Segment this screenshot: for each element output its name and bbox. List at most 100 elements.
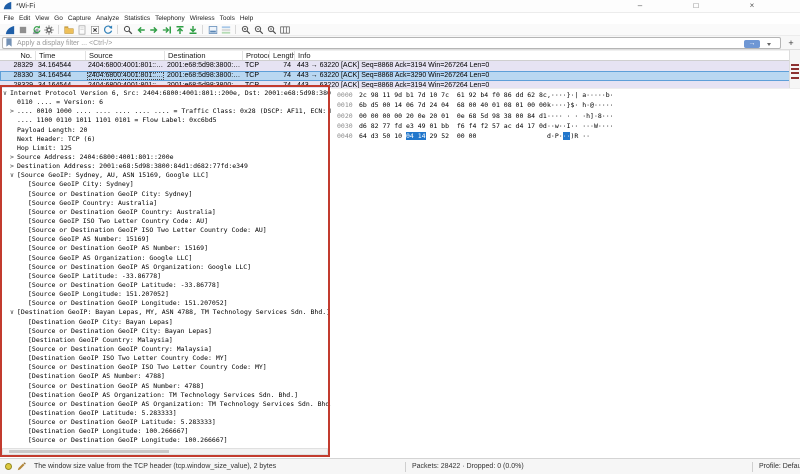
hex-bytes[interactable]: 64 d3 50 10 04 14 29 52 00 00	[359, 131, 476, 141]
detail-line[interactable]: .... 1100 0110 1011 1101 0101 = Flow Lab…	[0, 116, 331, 125]
hex-row[interactable]: 00106b d5 00 14 06 7d 24 04 68 00 40 01 …	[331, 100, 800, 110]
detail-line[interactable]: [Source GeoIP Country: Australia]	[0, 199, 331, 208]
zoom-out-icon[interactable]	[252, 24, 265, 35]
minimize-button[interactable]: –	[631, 0, 649, 12]
zoom-100-icon[interactable]	[265, 24, 278, 35]
detail-line[interactable]: [Source or Destination GeoIP Latitude: -…	[0, 281, 331, 290]
menu-item-edit[interactable]: Edit	[16, 15, 32, 22]
detail-line[interactable]: ∨[Source GeoIP: Sydney, AU, ASN 15169, G…	[0, 171, 331, 180]
menu-item-view[interactable]: View	[33, 15, 52, 22]
detail-line[interactable]: ∨[Destination GeoIP: Bayan Lepas, MY, AS…	[0, 308, 331, 317]
hex-ascii[interactable]: ···· · · ·h]·8···	[547, 111, 614, 121]
detail-line[interactable]: >.... 0010 1000 .... .... .... .... ....…	[0, 107, 331, 116]
first-packet-icon[interactable]	[173, 24, 186, 35]
hex-ascii[interactable]: k····}$· h·@·····	[547, 100, 614, 110]
detail-line[interactable]: [Destination GeoIP AS Number: 4788]	[0, 372, 331, 381]
details-horizontal-scrollbar[interactable]	[2, 448, 328, 455]
colorize-icon[interactable]	[219, 24, 232, 35]
column-header-protocol[interactable]: Protocol	[243, 51, 270, 60]
save-file-icon[interactable]	[75, 24, 88, 35]
menu-item-analyze[interactable]: Analyze	[93, 15, 121, 22]
restart-capture-icon[interactable]	[29, 24, 42, 35]
hex-ascii[interactable]: ··w··I·· ···W····	[547, 121, 614, 131]
expander-open-icon[interactable]: ∨	[10, 171, 14, 180]
expander-open-icon[interactable]: ∨	[3, 89, 7, 98]
column-header-no[interactable]: No.	[0, 51, 36, 60]
menu-item-wireless[interactable]: Wireless	[187, 15, 217, 22]
detail-line[interactable]: [Source GeoIP Longitude: 151.207052]	[0, 290, 331, 299]
zoom-in-icon[interactable]	[239, 24, 252, 35]
hex-row[interactable]: 00002c 98 11 9d b1 7d 10 7c 61 92 b4 f0 …	[331, 90, 800, 100]
capture-options-icon[interactable]	[42, 24, 55, 35]
menu-item-go[interactable]: Go	[52, 15, 66, 22]
detail-line[interactable]: [Source or Destination GeoIP ISO Two Let…	[0, 363, 331, 372]
detail-line[interactable]: [Source or Destination GeoIP AS Organiza…	[0, 400, 331, 409]
detail-line[interactable]: [Source or Destination GeoIP City: Sydne…	[0, 190, 331, 199]
menu-item-tools[interactable]: Tools	[217, 15, 237, 22]
detail-line[interactable]: [Source or Destination GeoIP Latitude: 5…	[0, 418, 331, 427]
detail-line[interactable]: [Destination GeoIP Country: Malaysia]	[0, 336, 331, 345]
hex-row[interactable]: 0030d6 82 77 fd e3 49 01 bb f6 f4 f2 57 …	[331, 121, 800, 131]
capture-comment-icon[interactable]	[17, 462, 26, 473]
expander-closed-icon[interactable]: >	[10, 107, 14, 116]
packet-row[interactable]: 2833034.1645442404:6800:4001:801::200e20…	[0, 71, 800, 81]
detail-line[interactable]: 0110 .... = Version: 6	[0, 98, 331, 107]
detail-line[interactable]: Payload Length: 20	[0, 126, 331, 135]
maximize-button[interactable]: □	[687, 0, 705, 12]
profile-text[interactable]: Profile: Default	[759, 463, 800, 470]
column-header-destination[interactable]: Destination	[165, 51, 243, 60]
reload-icon[interactable]	[101, 24, 114, 35]
open-file-icon[interactable]	[62, 24, 75, 35]
stop-capture-icon[interactable]	[16, 24, 29, 35]
detail-line[interactable]: [Source or Destination GeoIP AS Organiza…	[0, 263, 331, 272]
go-to-packet-icon[interactable]	[160, 24, 173, 35]
detail-line[interactable]: [Source or Destination GeoIP AS Number: …	[0, 382, 331, 391]
hex-ascii[interactable]: d·P···)R ··	[547, 131, 590, 141]
menu-item-telephony[interactable]: Telephony	[153, 15, 188, 22]
previous-packet-icon[interactable]	[134, 24, 147, 35]
hex-ascii[interactable]: ,····}·| a·····b·	[547, 90, 614, 100]
detail-line[interactable]: [Source or Destination GeoIP Longitude: …	[0, 436, 331, 445]
menu-item-statistics[interactable]: Statistics	[122, 15, 153, 22]
expander-closed-icon[interactable]: >	[10, 162, 14, 171]
expert-info-icon[interactable]	[5, 463, 12, 470]
close-file-icon[interactable]	[88, 24, 101, 35]
hex-bytes[interactable]: d6 82 77 fd e3 49 01 bb f6 f4 f2 57 ac d…	[359, 121, 547, 131]
detail-line[interactable]: [Source or Destination GeoIP AS Number: …	[0, 244, 331, 253]
menu-item-file[interactable]: File	[1, 15, 16, 22]
detail-line[interactable]: >Source Address: 2404:6800:4001:801::200…	[0, 153, 331, 162]
expander-open-icon[interactable]: ∨	[10, 308, 14, 317]
hex-bytes[interactable]: 6b d5 00 14 06 7d 24 04 68 00 40 01 08 0…	[359, 100, 547, 110]
column-header-info[interactable]: Info	[295, 51, 800, 60]
detail-line[interactable]: [Source GeoIP ISO Two Letter Country Cod…	[0, 217, 331, 226]
next-packet-icon[interactable]	[147, 24, 160, 35]
column-header-length[interactable]: Length	[270, 51, 295, 60]
filter-dropdown-icon[interactable]	[767, 43, 771, 46]
detail-line[interactable]: [Destination GeoIP Latitude: 5.283333]	[0, 409, 331, 418]
menu-item-help[interactable]: Help	[237, 15, 255, 22]
detail-line[interactable]: ∨Internet Protocol Version 6, Src: 2404:…	[0, 89, 331, 98]
hex-bytes[interactable]: 00 00 00 00 20 0e 20 01 0e 68 5d 98 38 0…	[359, 111, 547, 121]
detail-line[interactable]: [Source or Destination GeoIP Longitude: …	[0, 299, 331, 308]
menu-item-capture[interactable]: Capture	[65, 15, 93, 22]
detail-line[interactable]: [Destination GeoIP ISO Two Letter Countr…	[0, 354, 331, 363]
detail-line[interactable]: [Destination GeoIP AS Organization: TM T…	[0, 391, 331, 400]
packet-list-scrollbar[interactable]	[789, 50, 800, 88]
packet-row-clipped[interactable]: 2832934.1645442404:6800:4001:801::200e20…	[0, 81, 800, 88]
last-packet-icon[interactable]	[186, 24, 199, 35]
detail-line[interactable]: Next Header: TCP (6)	[0, 135, 331, 144]
detail-line[interactable]: [Source or Destination GeoIP Country: Ma…	[0, 345, 331, 354]
column-header-time[interactable]: Time	[36, 51, 86, 60]
detail-line[interactable]: Hop Limit: 125	[0, 144, 331, 153]
detail-line[interactable]: [Destination GeoIP Longitude: 100.266667…	[0, 427, 331, 436]
detail-line[interactable]: >Destination Address: 2001:e68:5d98:3800…	[0, 162, 331, 171]
scrollbar-thumb[interactable]	[9, 450, 169, 453]
auto-scroll-icon[interactable]	[206, 24, 219, 35]
packet-row[interactable]: 2832934.1645442404:6800:4001:801::200e20…	[0, 61, 800, 71]
detail-line[interactable]: [Source GeoIP AS Organization: Google LL…	[0, 254, 331, 263]
detail-line[interactable]: [Source or Destination GeoIP City: Bayan…	[0, 327, 331, 336]
find-packet-icon[interactable]	[121, 24, 134, 35]
detail-line[interactable]: [Source or Destination GeoIP Country: Au…	[0, 208, 331, 217]
hex-row[interactable]: 004064 d3 50 10 04 14 29 52 00 00d·P···)…	[331, 131, 800, 141]
column-header-source[interactable]: Source	[86, 51, 165, 60]
